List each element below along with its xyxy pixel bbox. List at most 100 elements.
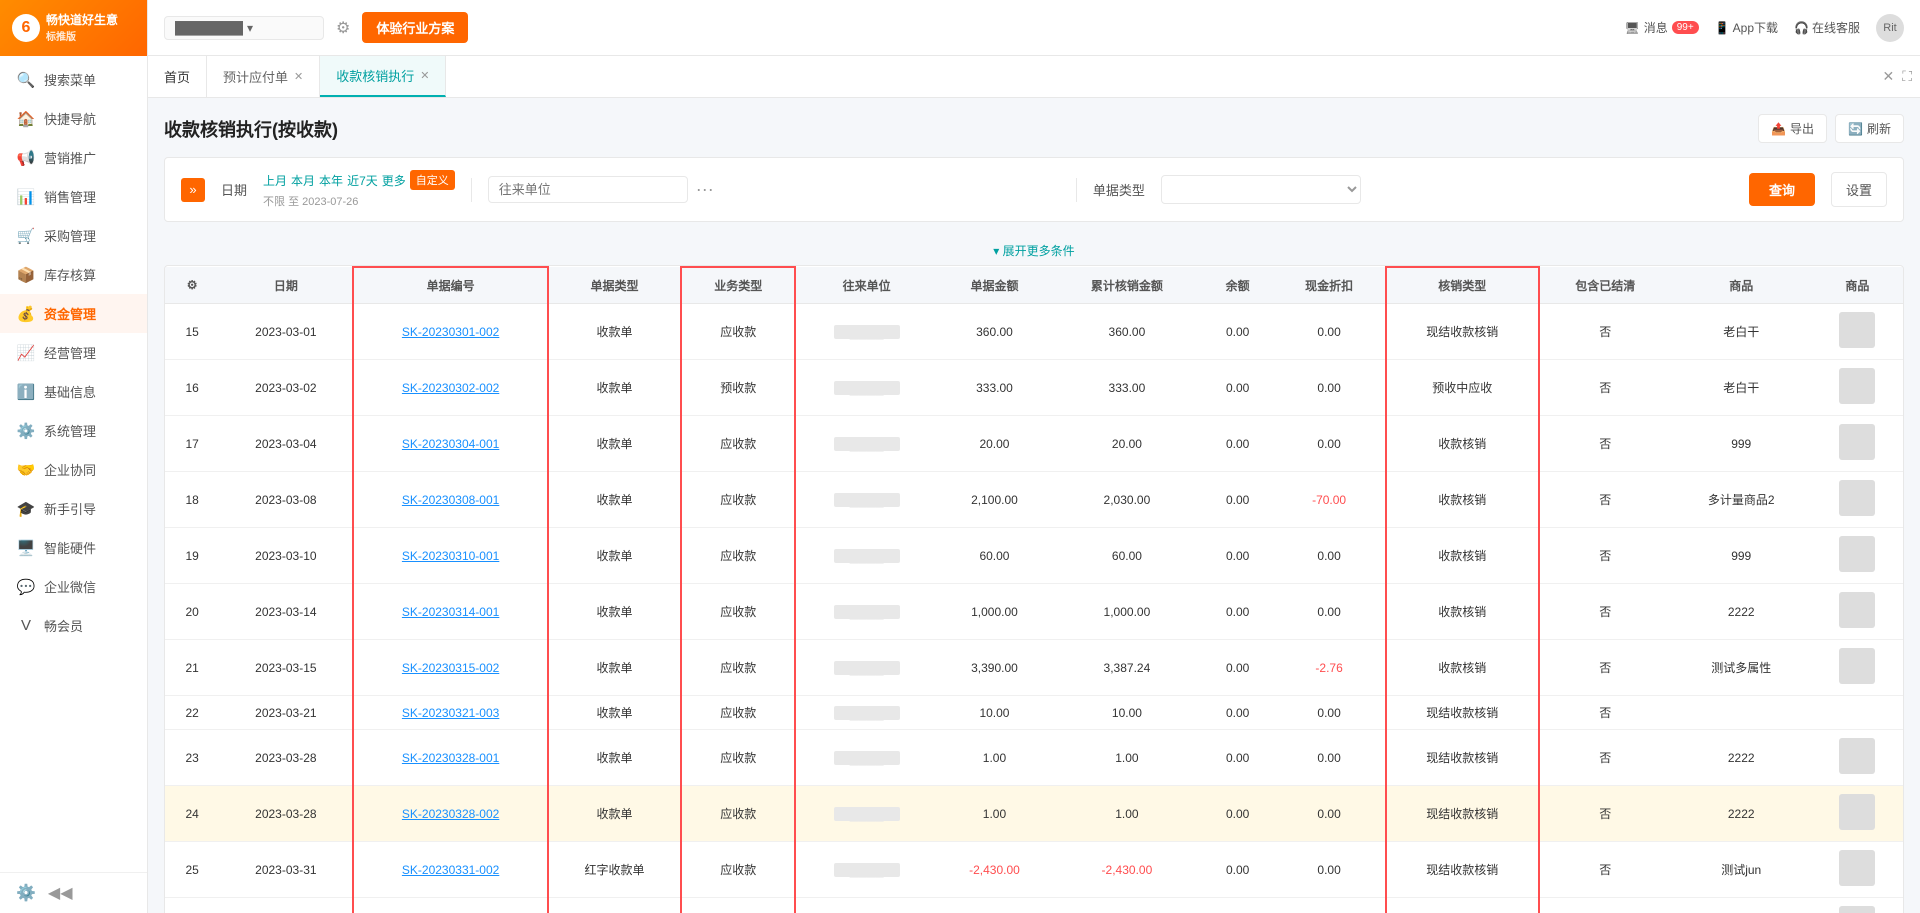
messages-btn[interactable]: 🖥 消息 99+: [1625, 19, 1699, 36]
cell-biz-type: 应收款: [681, 786, 795, 842]
cell-balance: 0.00: [1202, 472, 1274, 528]
sidebar-item-system[interactable]: ⚙️系统管理: [0, 411, 147, 450]
cell-balance: 0.00: [1202, 898, 1274, 913]
dots-icon[interactable]: ···: [696, 179, 714, 200]
date-7days[interactable]: 近7天: [347, 172, 378, 189]
table-row[interactable]: 21 2023-03-15 SK-20230315-002 收款单 应收款 ██…: [165, 640, 1903, 696]
voucher-no-link[interactable]: SK-20230321-003: [402, 706, 499, 720]
voucher-type-select[interactable]: [1161, 175, 1361, 204]
voucher-no-link[interactable]: SK-20230331-002: [402, 863, 499, 877]
sidebar-item-sales[interactable]: 📊销售管理: [0, 177, 147, 216]
date-curr-month[interactable]: 本月: [291, 172, 315, 189]
cell-amount: 60.00: [937, 528, 1052, 584]
table-row[interactable]: 20 2023-03-14 SK-20230314-001 收款单 应收款 ██…: [165, 584, 1903, 640]
table-row[interactable]: 19 2023-03-10 SK-20230310-001 收款单 应收款 ██…: [165, 528, 1903, 584]
cell-date: 2023-03-04: [219, 416, 353, 472]
date-prev-month[interactable]: 上月: [263, 172, 287, 189]
refresh-btn[interactable]: 🔄 刷新: [1835, 114, 1904, 143]
voucher-no-link[interactable]: SK-20230304-001: [402, 437, 499, 451]
cell-amount: 20.00: [937, 898, 1052, 913]
th-settings[interactable]: ⚙: [165, 267, 219, 304]
sidebar-item-inventory[interactable]: 📦库存核算: [0, 255, 147, 294]
cell-cash-discount: 0.00: [1273, 696, 1385, 730]
voucher-no-link[interactable]: SK-20230310-001: [402, 549, 499, 563]
sidebar-item-wechat[interactable]: 💬企业微信: [0, 567, 147, 606]
cell-date: 2023-04-03: [219, 898, 353, 913]
cell-no: 20: [165, 584, 219, 640]
tab-prepay-close[interactable]: ✕: [294, 70, 303, 83]
cell-amount: 1.00: [937, 730, 1052, 786]
cell-no: 26: [165, 898, 219, 913]
table-row[interactable]: 16 2023-03-02 SK-20230302-002 收款单 预收款 ██…: [165, 360, 1903, 416]
table-row[interactable]: 18 2023-03-08 SK-20230308-001 收款单 应收款 ██…: [165, 472, 1903, 528]
tab-collection-close[interactable]: ✕: [420, 69, 429, 82]
cell-voucher-no: SK-20230315-002: [353, 640, 547, 696]
sidebar-item-guide[interactable]: 🎓新手引导: [0, 489, 147, 528]
page-title: 收款核销执行(按收款): [164, 116, 338, 142]
voucher-no-link[interactable]: SK-20230328-002: [402, 807, 499, 821]
cell-include-settled: 否: [1539, 528, 1671, 584]
settings-icon[interactable]: ⚙️: [16, 883, 36, 903]
voucher-no-link[interactable]: SK-20230301-002: [402, 325, 499, 339]
tab-close-all-icon[interactable]: ✕: [1882, 68, 1894, 85]
sidebar-item-label: 企业微信: [44, 577, 96, 596]
cell-date: 2023-03-01: [219, 304, 353, 360]
date-custom-btn[interactable]: 自定义: [410, 170, 455, 190]
cell-biz-type: 应收款: [681, 696, 795, 730]
voucher-no-link[interactable]: SK-20230314-001: [402, 605, 499, 619]
sidebar-item-shortcut[interactable]: 🏠快捷导航: [0, 99, 147, 138]
finance-icon: 💰: [16, 305, 36, 323]
tab-fullscreen-icon[interactable]: ⛶: [1902, 68, 1912, 85]
table-row[interactable]: 26 2023-04-03 SK-20230403-002 收款单 预收款 ██…: [165, 898, 1903, 913]
table-row[interactable]: 23 2023-03-28 SK-20230328-001 收款单 应收款 ██…: [165, 730, 1903, 786]
th-date: 日期: [219, 267, 353, 304]
cell-voucher-type: 收款单: [548, 898, 682, 913]
cell-biz-type: 预收款: [681, 898, 795, 913]
app-download-btn[interactable]: 📱 App下载: [1715, 19, 1778, 36]
voucher-no-link[interactable]: SK-20230302-002: [402, 381, 499, 395]
tab-home[interactable]: 首页: [148, 56, 207, 97]
table-row[interactable]: 24 2023-03-28 SK-20230328-002 收款单 应收款 ██…: [165, 786, 1903, 842]
cell-cash-discount: 0.00: [1273, 898, 1385, 913]
sidebar-item-enterprise[interactable]: 🤝企业协同: [0, 450, 147, 489]
counterpart-input[interactable]: [488, 176, 688, 203]
cell-counterpart: ████: [795, 584, 937, 640]
filter-settings-btn[interactable]: 设置: [1831, 172, 1887, 207]
cell-date: 2023-03-21: [219, 696, 353, 730]
solution-btn[interactable]: 体验行业方案: [362, 12, 468, 43]
sidebar-item-hardware[interactable]: 🖥️智能硬件: [0, 528, 147, 567]
sidebar-item-purchase[interactable]: 🛒采购管理: [0, 216, 147, 255]
table-row[interactable]: 22 2023-03-21 SK-20230321-003 收款单 应收款 ██…: [165, 696, 1903, 730]
voucher-no-link[interactable]: SK-20230315-002: [402, 661, 499, 675]
tab-prepay[interactable]: 预计应付单 ✕: [207, 56, 320, 97]
workspace-selector[interactable]: ████████ ▾: [164, 16, 324, 40]
sidebar-item-basic[interactable]: ℹ️基础信息: [0, 372, 147, 411]
settings-gear-icon[interactable]: ⚙: [336, 18, 350, 38]
sidebar-item-operation[interactable]: 📈经营管理: [0, 333, 147, 372]
table-row[interactable]: 17 2023-03-04 SK-20230304-001 收款单 应收款 ██…: [165, 416, 1903, 472]
date-more[interactable]: 更多: [382, 172, 406, 189]
voucher-no-link[interactable]: SK-20230308-001: [402, 493, 499, 507]
tab-collection[interactable]: 收款核销执行 ✕: [320, 56, 446, 97]
collapse-icon[interactable]: ◀◀: [48, 883, 73, 903]
sidebar-item-finance[interactable]: 💰资金管理: [0, 294, 147, 333]
filter-toggle-btn[interactable]: »: [181, 178, 205, 202]
cell-amount: 333.00: [937, 360, 1052, 416]
table-row[interactable]: 15 2023-03-01 SK-20230301-002 收款单 应收款 ██…: [165, 304, 1903, 360]
cell-cumulative: 60.00: [1052, 528, 1202, 584]
avatar[interactable]: Rit: [1876, 14, 1904, 42]
date-year[interactable]: 本年: [319, 172, 343, 189]
expand-more-bar[interactable]: ▾ 展开更多条件: [164, 236, 1904, 265]
sidebar-item-member[interactable]: V畅会员: [0, 606, 147, 645]
cell-goods: 2222: [1671, 584, 1812, 640]
cell-counterpart: ████: [795, 696, 937, 730]
cell-voucher-type: 收款单: [548, 304, 682, 360]
sidebar-item-search[interactable]: 🔍搜索菜单: [0, 60, 147, 99]
sidebar-item-marketing[interactable]: 📢营销推广: [0, 138, 147, 177]
export-btn[interactable]: 📤 导出: [1758, 114, 1827, 143]
voucher-no-link[interactable]: SK-20230328-001: [402, 751, 499, 765]
cell-goods: 2222: [1671, 730, 1812, 786]
query-btn[interactable]: 查询: [1749, 173, 1815, 206]
online-service-btn[interactable]: 🎧 在线客服: [1794, 19, 1860, 36]
table-row[interactable]: 25 2023-03-31 SK-20230331-002 红字收款单 应收款 …: [165, 842, 1903, 898]
